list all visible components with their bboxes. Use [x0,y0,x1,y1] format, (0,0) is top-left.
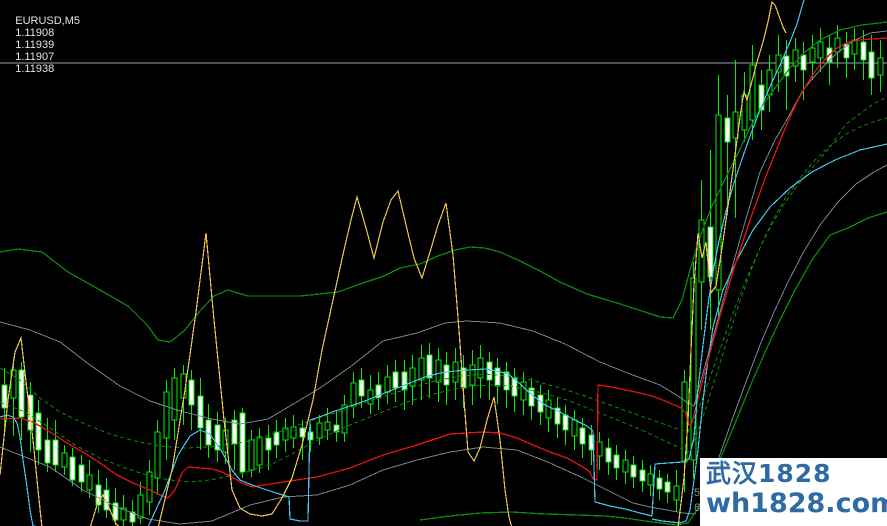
open-price: 1.11908 [15,27,55,39]
close-price: 1.11938 [15,63,55,75]
high-price: 1.11939 [15,39,55,51]
low-price: 1.11907 [15,51,55,63]
chart-canvas[interactable] [0,0,887,526]
watermark-title: 武汉1828 [706,459,832,488]
watermark-url: wh1828.com [706,488,887,519]
watermark-banner: 武汉1828 wh1828.com [700,458,887,526]
chart-quote-header: EURUSD,M5 1.11908 1.11939 1.11907 1.1193… [3,3,85,87]
mt4-chart-window: EURUSD,M5 1.11908 1.11939 1.11907 1.1193… [0,0,887,526]
symbol-period-label: EURUSD,M5 [15,15,81,27]
